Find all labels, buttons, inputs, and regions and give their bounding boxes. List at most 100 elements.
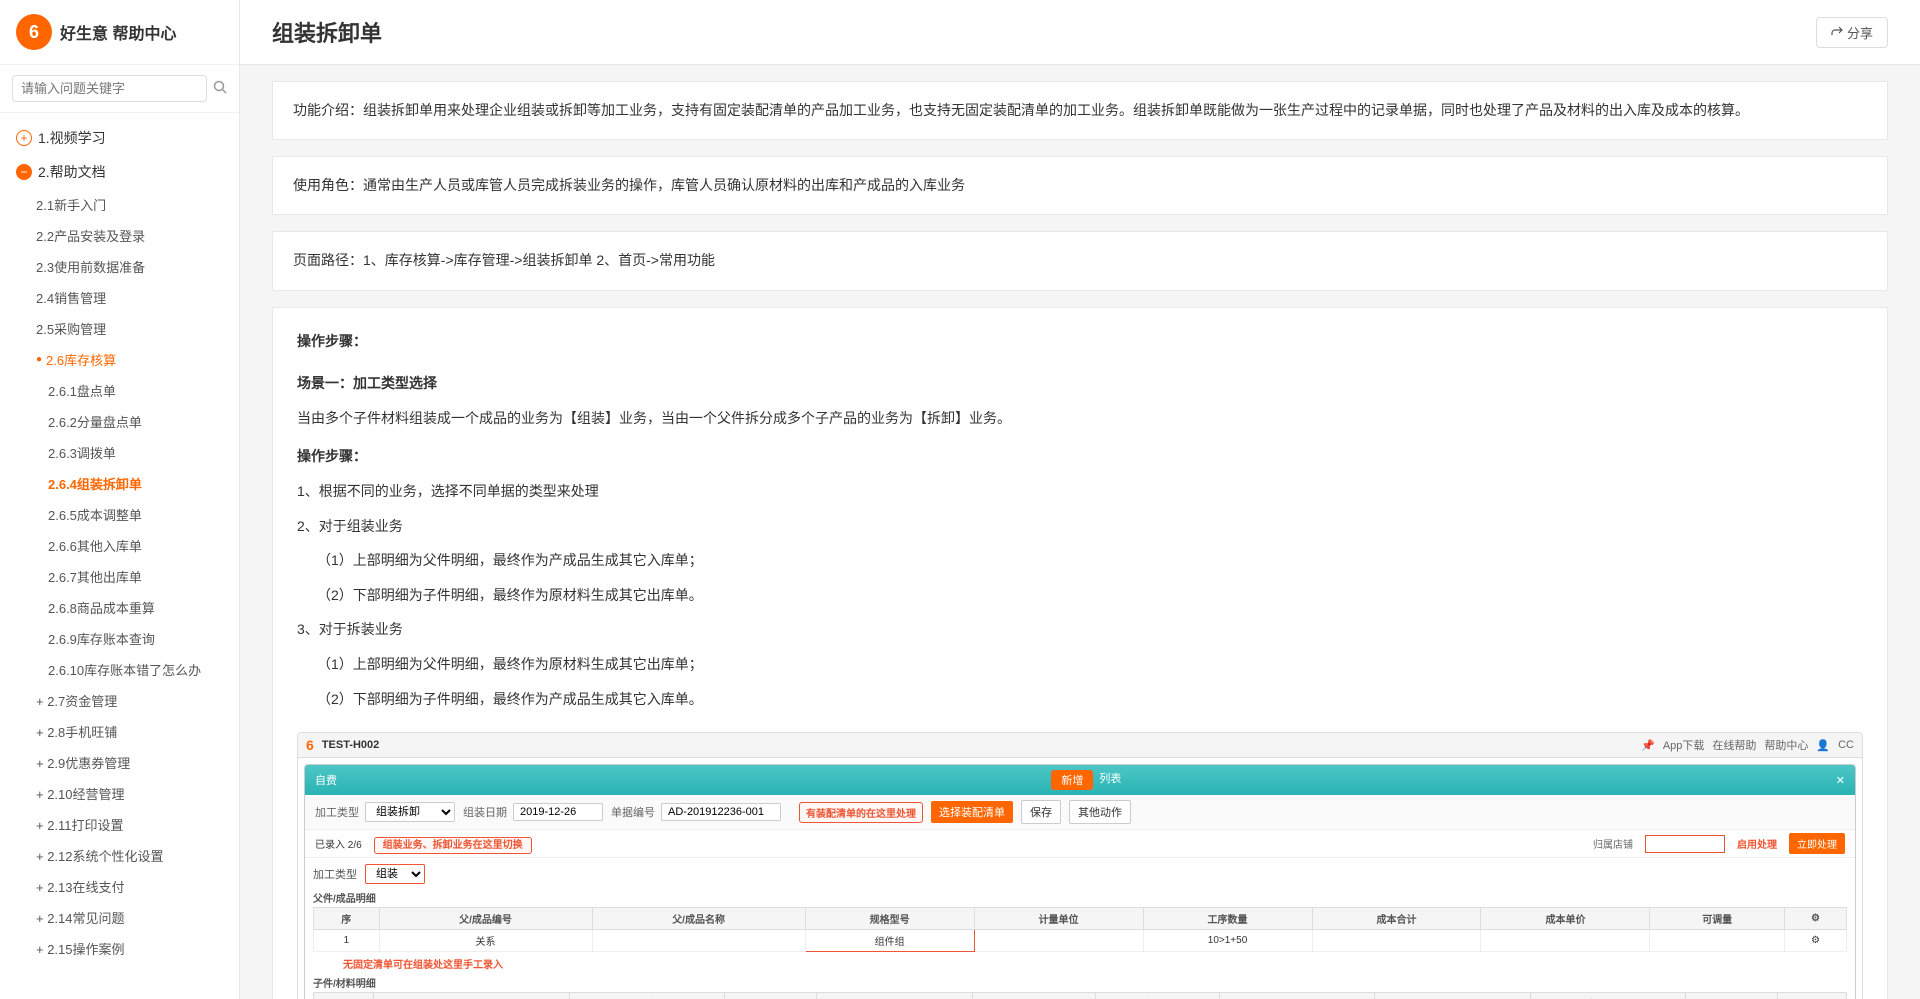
scene1-desc: 当由多个子件材料组装成一个成品的业务为【组装】业务，当由一个父件拆分成多个子产品… — [297, 405, 1863, 432]
field-type-label: 加工类型 — [315, 804, 359, 820]
share-label: 分享 — [1847, 23, 1873, 42]
nav-item-261[interactable]: 2.6.1盘点单 — [0, 375, 239, 406]
nav-item-28[interactable]: + 2.8手机旺铺 — [0, 716, 239, 747]
search-box — [0, 65, 239, 113]
th-cost-total: 成本合计 — [1312, 908, 1481, 930]
operations-content: 操作步骤： 场景一：加工类型选择 当由多个子件材料组装成一个成品的业务为【组装】… — [272, 307, 1888, 999]
operations-title: 操作步骤： — [297, 328, 1863, 355]
field-row-no: 单据编号 — [611, 803, 781, 821]
ss-new-btn[interactable]: 新增 — [1051, 770, 1093, 790]
ss-table1: 序 父/成品编号 父/成品名称 规格型号 计量单位 工序数量 成本合计 成本单价 — [313, 907, 1847, 952]
th-cost-unit: 成本单价 — [1481, 908, 1650, 930]
nav-item-26[interactable]: ●2.6库存核算 — [0, 344, 239, 375]
btn-select-bom[interactable]: 选择装配清单 — [931, 801, 1013, 823]
nav-item-214[interactable]: + 2.14常见问题 — [0, 902, 239, 933]
ss-table2-label: 子件/材料明细 — [313, 975, 1847, 990]
nav-item-265[interactable]: 2.6.5成本调整单 — [0, 499, 239, 530]
th-spec: 规格型号 — [805, 908, 974, 930]
path-text: 页面路径：1、库存核算->库存管理->组装拆卸单 2、首页->常用功能 — [293, 252, 715, 268]
step3-sub2: （2）下部明细为子件明细，最终作为产成品生成其它入库单。 — [317, 686, 1863, 713]
ss-topbar-id: TEST-H002 — [322, 739, 379, 751]
ss-table1-label: 父件/成品明细 — [313, 890, 1847, 905]
ss-list-label: 列表 — [1099, 770, 1121, 790]
field-row-date: 组装日期 — [463, 803, 603, 821]
ss-type-field: 组装业务、拆卸业务在这里切换 — [374, 836, 532, 851]
field-row-type: 加工类型 组装拆卸 — [315, 802, 455, 822]
nav-item-266[interactable]: 2.6.6其他入库单 — [0, 530, 239, 561]
path-block: 页面路径：1、库存核算->库存管理->组装拆卸单 2、首页->常用功能 — [272, 231, 1888, 290]
th-parent-no: 父/成品编号 — [379, 908, 592, 930]
logo-icon: 6 — [16, 14, 52, 50]
nav-item-211[interactable]: + 2.11打印设置 — [0, 809, 239, 840]
screenshot-inner: 6 TEST-H002 📌 App下载 在线帮助 帮助中心 👤 CC 自费 — [298, 733, 1862, 999]
nav-group-videos-header[interactable]: + 1.视频学习 — [0, 121, 239, 155]
annotation-manual: 无固定清单可在组装处这里手工录入 — [343, 956, 1847, 971]
share-button[interactable]: 分享 — [1816, 17, 1888, 48]
nav-item-213[interactable]: + 2.13在线支付 — [0, 871, 239, 902]
nav-group-videos-label: 1.视频学习 — [38, 128, 106, 148]
nav-item-264[interactable]: 2.6.4组装拆卸单 — [0, 468, 239, 499]
search-input[interactable] — [12, 75, 207, 102]
ss-icon1: 📌 — [1641, 739, 1655, 752]
btn-confirm[interactable]: 立即处理 — [1789, 833, 1845, 854]
intro-block: 功能介绍：组装拆卸单用来处理企业组装或拆卸等加工业务，支持有固定装配清单的产品加… — [272, 81, 1888, 140]
nav-item-27[interactable]: + 2.7资金管理 — [0, 685, 239, 716]
nav-item-23[interactable]: 2.3使用前数据准备 — [0, 251, 239, 282]
th-proc-qty: 工序数量 — [1143, 908, 1312, 930]
nav-item-24[interactable]: 2.4销售管理 — [0, 282, 239, 313]
nav-item-29[interactable]: + 2.9优惠券管理 — [0, 747, 239, 778]
page-header: 组装拆卸单 分享 — [240, 0, 1920, 65]
logo-area: 6 好生意 帮助中心 — [0, 0, 239, 65]
nav-item-263[interactable]: 2.6.3调拨单 — [0, 437, 239, 468]
ss-window-title: 自费 — [315, 772, 337, 788]
ss-icon2: App下载 — [1663, 737, 1705, 753]
nav-item-215[interactable]: + 2.15操作案例 — [0, 933, 239, 964]
ss-shop-input[interactable] — [1645, 835, 1725, 853]
nav-item-267[interactable]: 2.6.7其他出库单 — [0, 561, 239, 592]
type-select-input[interactable]: 组装 — [365, 864, 425, 884]
btn-save[interactable]: 保存 — [1021, 800, 1061, 824]
nav-item-25[interactable]: 2.5采购管理 — [0, 313, 239, 344]
step3: 3、对于拆装业务 — [297, 616, 1863, 643]
nav-item-21[interactable]: 2.1新手入门 — [0, 189, 239, 220]
content-area: 功能介绍：组装拆卸单用来处理企业组装或拆卸等加工业务，支持有固定装配清单的产品加… — [240, 65, 1920, 999]
step2-sub2: （2）下部明细为子件明细，最终作为原材料生成其它出库单。 — [317, 582, 1863, 609]
field-no-label: 单据编号 — [611, 804, 655, 820]
nav-item-268[interactable]: 2.6.8商品成本重算 — [0, 592, 239, 623]
nav-item-269[interactable]: 2.6.9库存账本查询 — [0, 623, 239, 654]
table-row: 1 关系 组件组 10>1+50 — [314, 930, 1847, 952]
ss-form-toolbar: 加工类型 组装拆卸 组装日期 单据编号 — [305, 795, 1855, 830]
field-no-input[interactable] — [661, 803, 781, 821]
ss-table2: 序 子/材料编号 材料名称 规格 计量单位 工序量 应用量 成本合计 成本单价 — [313, 992, 1847, 999]
step1: 1、根据不同的业务，选择不同单据的类型来处理 — [297, 478, 1863, 505]
page-title: 组装拆卸单 — [272, 16, 382, 48]
step2-sub1: （1）上部明细为父件明细，最终作为产成品生成其它入库单； — [317, 547, 1863, 574]
ss-window-header: 自费 新增 列表 ✕ — [305, 765, 1855, 795]
ss-notice-row: 已录入 2/6 组装业务、拆卸业务在这里切换 归属店铺 启用处理 立即处理 — [305, 830, 1855, 858]
role-block: 使用角色：通常由生产人员或库管人员完成拆装业务的操作，库管人员确认原材料的出库和… — [272, 156, 1888, 215]
annotation-switch: 组装业务、拆卸业务在这里切换 — [374, 837, 532, 854]
nav-group-videos: + 1.视频学习 — [0, 121, 239, 155]
nav-item-2610[interactable]: 2.6.10库存账本错了怎么办 — [0, 654, 239, 685]
minus-icon: − — [16, 164, 32, 180]
field-date-input[interactable] — [513, 803, 603, 821]
ss-window: 自费 新增 列表 ✕ 加工类型 组装 — [304, 764, 1856, 999]
field-type-select[interactable]: 组装拆卸 — [365, 802, 455, 822]
btn-other[interactable]: 其他动作 — [1069, 800, 1131, 824]
plus-icon: + — [16, 130, 32, 146]
ss-window-close[interactable]: ✕ — [1836, 774, 1845, 787]
nav-group-docs-header[interactable]: − 2.帮助文档 — [0, 155, 239, 189]
logo-text: 好生意 帮助中心 — [60, 20, 176, 44]
ss-body: 加工类型 组装 父件/成品明细 序 — [305, 858, 1855, 999]
ss-icon4: 帮助中心 — [1764, 737, 1808, 753]
ss-type-row: 加工类型 组装 — [313, 864, 1847, 884]
annotation-enable: 启用处理 — [1737, 836, 1777, 851]
nav-item-22[interactable]: 2.2产品安装及登录 — [0, 220, 239, 251]
nav-item-262[interactable]: 2.6.2分量盘点单 — [0, 406, 239, 437]
intro-text: 功能介绍：组装拆卸单用来处理企业组装或拆卸等加工业务，支持有固定装配清单的产品加… — [293, 102, 1749, 118]
search-button[interactable] — [213, 80, 227, 97]
nav-item-210[interactable]: + 2.10经营管理 — [0, 778, 239, 809]
annotation-has-bom: 有装配清单的在这里处理 — [799, 802, 923, 823]
th-unit: 计量单位 — [974, 908, 1143, 930]
nav-item-212[interactable]: + 2.12系统个性化设置 — [0, 840, 239, 871]
